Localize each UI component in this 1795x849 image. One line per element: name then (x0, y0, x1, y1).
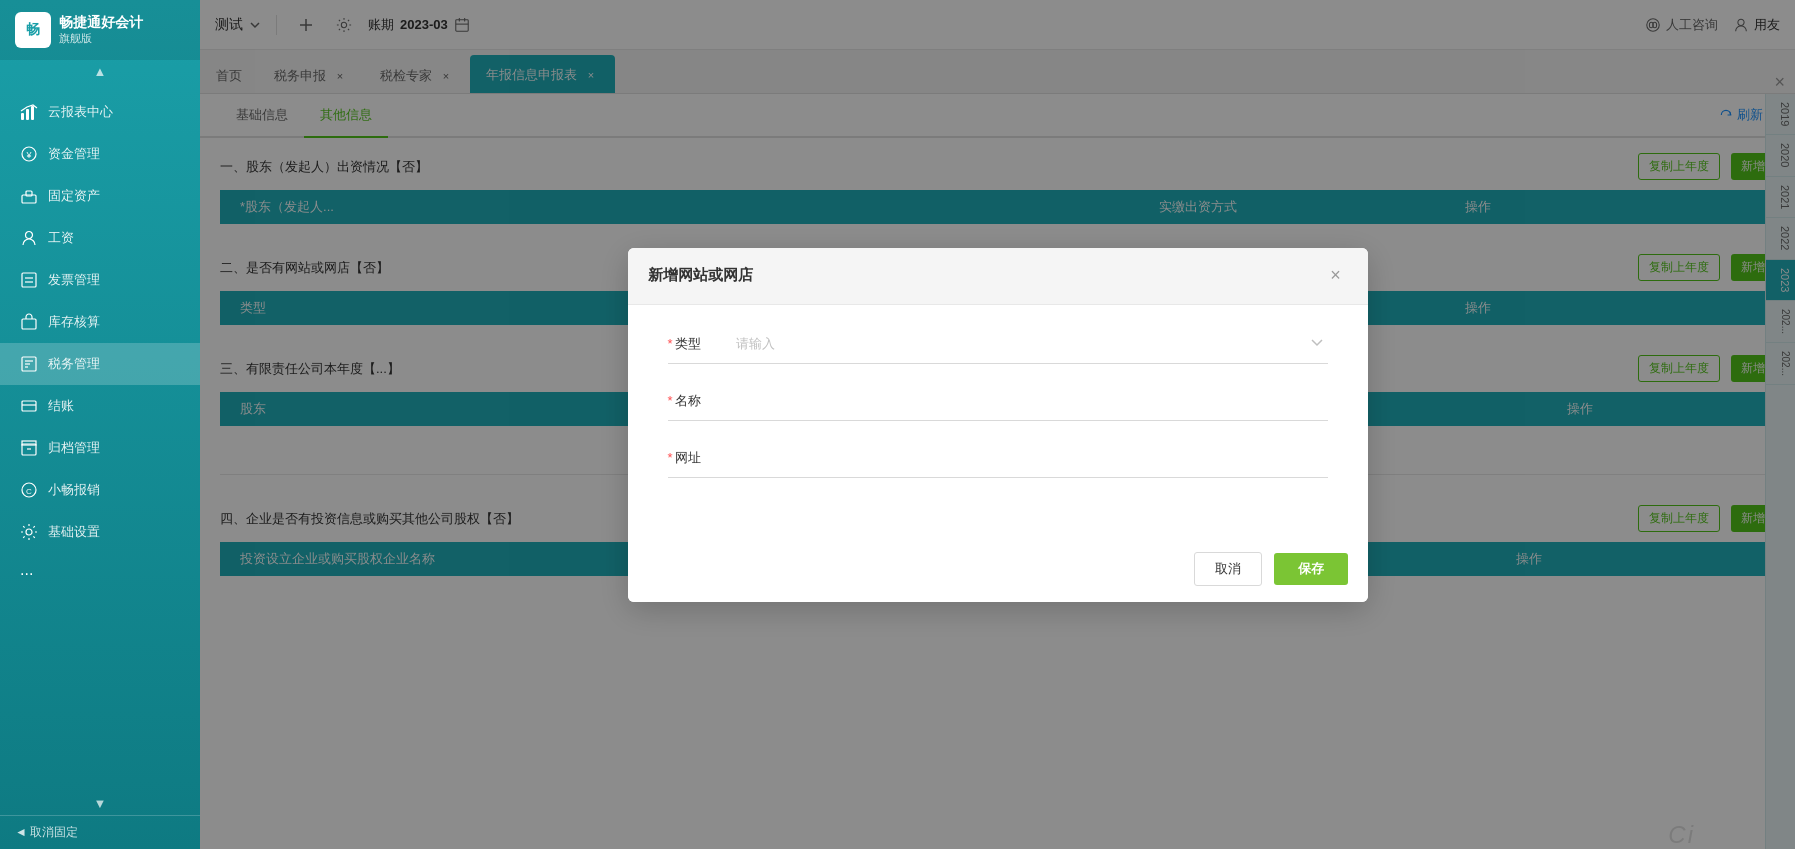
sidebar-scroll-up[interactable]: ▲ (0, 60, 200, 83)
more-icon: ··· (20, 565, 33, 583)
modal-header: 新增网站或网店 × (628, 248, 1368, 305)
svg-rect-8 (22, 273, 36, 287)
sidebar-item-inventory[interactable]: 库存核算 (0, 301, 200, 343)
svg-text:¥: ¥ (25, 150, 32, 160)
sidebar-item-label: 基础设置 (48, 523, 100, 541)
sidebar-item-label: 小畅报销 (48, 481, 100, 499)
sidebar-item-label: 发票管理 (48, 271, 100, 289)
modal-title: 新增网站或网店 (648, 266, 753, 285)
chart-icon (20, 103, 38, 121)
sidebar-item-label: 工资 (48, 229, 74, 247)
modal-body: *类型 *名称 *网址 (628, 305, 1368, 536)
expense-icon: C (20, 481, 38, 499)
svg-text:C: C (26, 487, 32, 496)
sidebar-item-payroll[interactable]: 工资 (0, 217, 200, 259)
sidebar-item-label: 结账 (48, 397, 74, 415)
sidebar-item-label: 云报表中心 (48, 103, 113, 121)
modal-close-button[interactable]: × (1324, 264, 1348, 288)
sidebar-item-xiaochang[interactable]: C 小畅报销 (0, 469, 200, 511)
sidebar-item-tax-mgmt[interactable]: 税务管理 (0, 343, 200, 385)
settings-icon (20, 523, 38, 541)
url-label: *网址 (668, 449, 728, 467)
sidebar-item-label: 资金管理 (48, 145, 100, 163)
sidebar: 畅 畅捷通好会计 旗舰版 ▲ 云报表中心 ¥ 资金管理 固定资产 工资 发票管理 (0, 0, 200, 849)
sidebar-item-invoice-mgmt[interactable]: 发票管理 (0, 259, 200, 301)
archive-icon (20, 439, 38, 457)
sidebar-item-more[interactable]: ··· (0, 553, 200, 595)
sidebar-item-fixed-asset[interactable]: 固定资产 (0, 175, 200, 217)
form-row-type: *类型 (668, 335, 1328, 364)
sidebar-item-fund-mgmt[interactable]: ¥ 资金管理 (0, 133, 200, 175)
svg-point-7 (26, 232, 33, 239)
save-button[interactable]: 保存 (1274, 553, 1348, 585)
invoice-icon (20, 271, 38, 289)
tax-icon (20, 355, 38, 373)
svg-rect-11 (22, 319, 36, 329)
sidebar-item-label: 税务管理 (48, 355, 100, 373)
app-name: 畅捷通好会计 (59, 14, 143, 31)
svg-rect-1 (26, 109, 29, 120)
modal-add-website: 新增网站或网店 × *类型 *名称 (628, 248, 1368, 602)
type-label: *类型 (668, 335, 728, 353)
asset-icon (20, 187, 38, 205)
cancel-button[interactable]: 取消 (1194, 552, 1262, 586)
checkout-icon (20, 397, 38, 415)
sidebar-item-basic-settings[interactable]: 基础设置 (0, 511, 200, 553)
type-dropdown-icon[interactable] (1306, 335, 1328, 352)
type-input[interactable] (728, 336, 1306, 351)
modal-footer: 取消 保存 (628, 536, 1368, 602)
form-row-name: *名称 (668, 392, 1328, 421)
url-input[interactable] (728, 450, 1328, 465)
svg-rect-16 (22, 401, 36, 411)
sidebar-item-checkout[interactable]: 结账 (0, 385, 200, 427)
svg-rect-0 (21, 113, 24, 120)
sidebar-item-cloud-report[interactable]: 云报表中心 (0, 91, 200, 133)
name-input[interactable] (728, 393, 1328, 408)
form-row-url: *网址 (668, 449, 1328, 478)
sidebar-nav: 云报表中心 ¥ 资金管理 固定资产 工资 发票管理 库存核算 税务管理 结账 (0, 83, 200, 792)
app-sub: 旗舰版 (59, 31, 143, 46)
fund-icon: ¥ (20, 145, 38, 163)
sidebar-item-label: 库存核算 (48, 313, 100, 331)
sidebar-scroll-down[interactable]: ▼ (0, 792, 200, 815)
payroll-icon (20, 229, 38, 247)
sidebar-item-archive-mgmt[interactable]: 归档管理 (0, 427, 200, 469)
sidebar-logo: 畅 畅捷通好会计 旗舰版 (0, 0, 200, 60)
sidebar-pin-toggle[interactable]: ◄ 取消固定 (0, 815, 200, 849)
svg-point-23 (26, 529, 32, 535)
svg-rect-2 (31, 106, 34, 120)
name-label: *名称 (668, 392, 728, 410)
inventory-icon (20, 313, 38, 331)
sidebar-item-label: 固定资产 (48, 187, 100, 205)
modal-overlay: 新增网站或网店 × *类型 *名称 (200, 0, 1795, 849)
logo-icon: 畅 (15, 12, 51, 48)
sidebar-item-label: 归档管理 (48, 439, 100, 457)
